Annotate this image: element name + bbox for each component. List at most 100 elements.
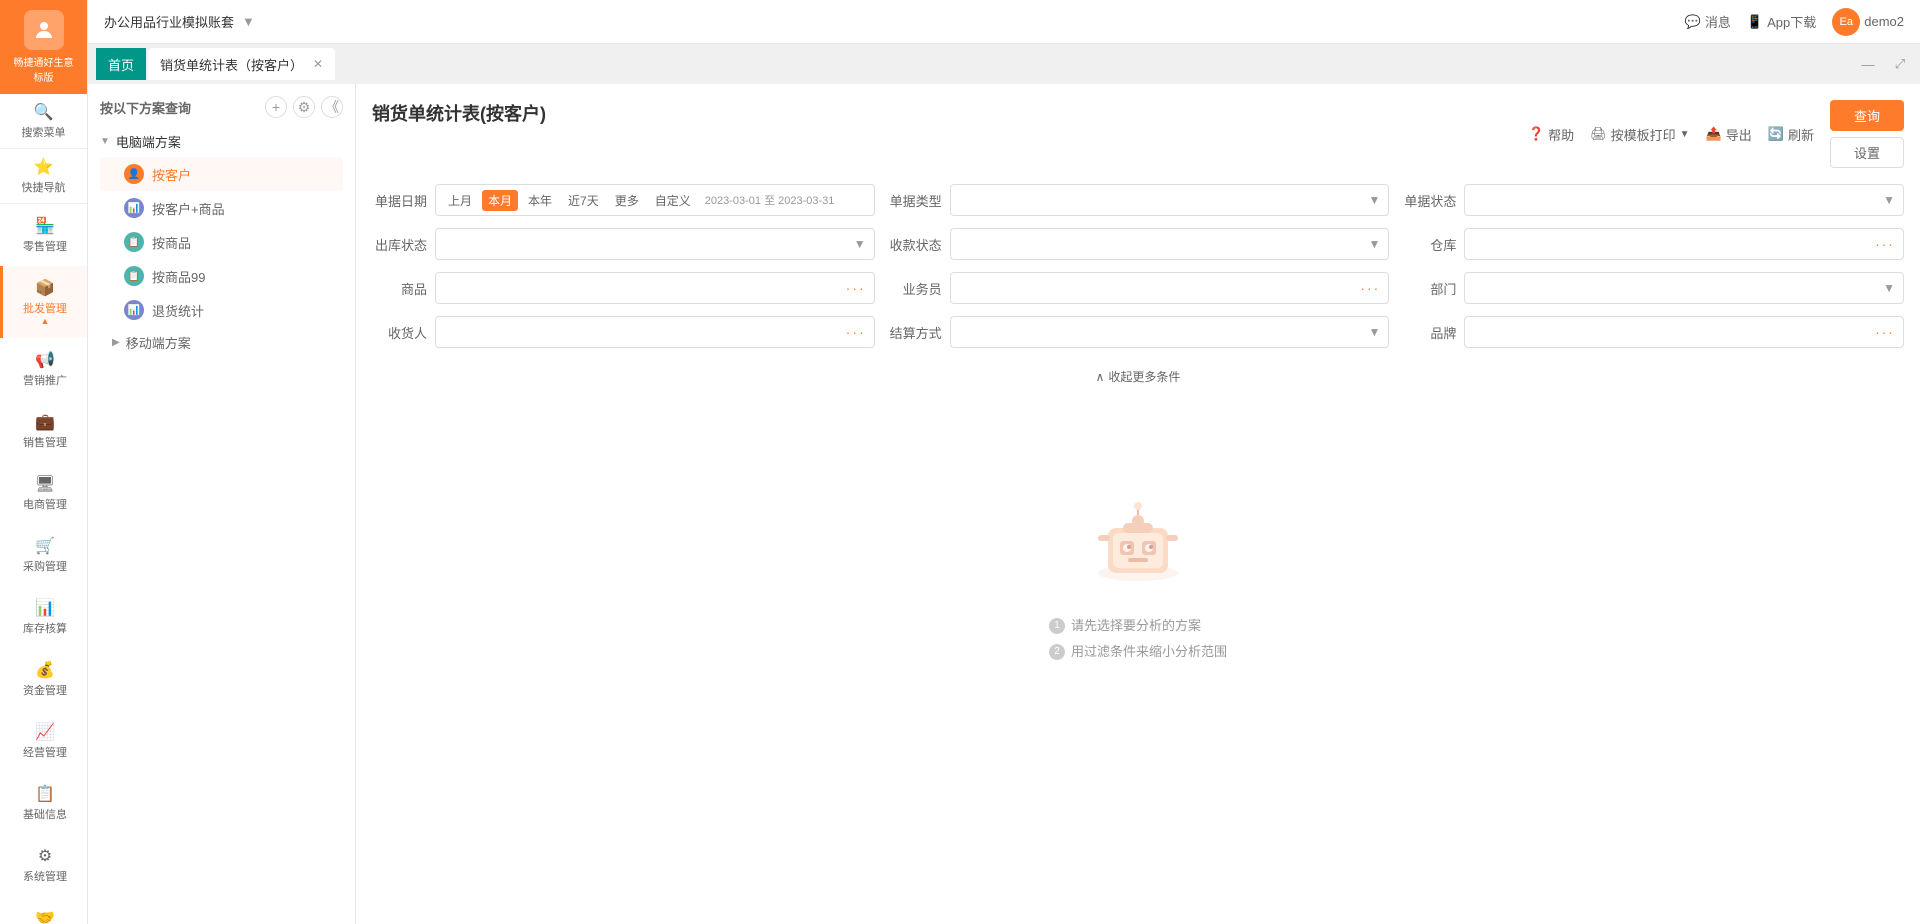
receipt-status-arrow-icon: ▼	[1368, 237, 1380, 251]
shortcut-icon: ⭐	[34, 157, 54, 177]
marketing-icon: 📢	[35, 350, 55, 370]
help-btn[interactable]: ❓ 帮助	[1528, 125, 1574, 144]
message-btn[interactable]: 💬 消息	[1685, 12, 1731, 31]
sidebar-item-operation[interactable]: 📈 经营管理	[0, 710, 87, 772]
desktop-plan-group-header[interactable]: ▼ 电脑端方案	[100, 126, 343, 157]
filter-settlement: 结算方式 ▼	[887, 316, 1390, 348]
logo[interactable]: 畅捷通好生意 标版	[0, 0, 87, 94]
plan-icon-customer: 👤	[124, 164, 144, 184]
collapse-panel-btn[interactable]: 《	[321, 96, 343, 118]
export-btn[interactable]: 📤 导出	[1706, 125, 1752, 144]
date-btn-this-year[interactable]: 本年	[522, 190, 558, 211]
mobile-plan-group-header[interactable]: ▶ 移动端方案	[100, 327, 343, 358]
plan-icon-return: 📊	[124, 300, 144, 320]
message-icon: 💬	[1685, 14, 1701, 30]
receiver-label: 收货人	[372, 323, 427, 342]
filter-row-1: 单据日期 上月 本月 本年 近7天 更多 自定义 2023-03-01 至 20…	[372, 184, 1904, 216]
purchase-icon: 🛒	[35, 536, 55, 556]
dept-dropdown[interactable]: ▼	[1464, 272, 1904, 304]
type-dropdown[interactable]: ▼	[950, 184, 1390, 216]
filter-date: 单据日期 上月 本月 本年 近7天 更多 自定义 2023-03-01 至 20…	[372, 184, 875, 216]
filter-section: 单据日期 上月 本月 本年 近7天 更多 自定义 2023-03-01 至 20…	[372, 184, 1904, 393]
settlement-dropdown[interactable]: ▼	[950, 316, 1390, 348]
sidebar-item-sales[interactable]: 💼 销售管理	[0, 400, 87, 462]
date-btn-more[interactable]: 更多	[609, 190, 645, 211]
collapse-bar[interactable]: ∧ 收起更多条件	[372, 360, 1904, 393]
logo-subtitle: 标版	[34, 69, 54, 84]
sidebar-item-retail[interactable]: 🏪 零售管理	[0, 204, 87, 266]
mobile-group-label: 移动端方案	[126, 333, 191, 352]
app-download-icon: 📱	[1747, 14, 1763, 30]
sidebar-item-basics[interactable]: 📋 基础信息	[0, 772, 87, 834]
add-plan-btn[interactable]: +	[265, 96, 287, 118]
sidebar-item-inventory[interactable]: 📊 库存核算	[0, 586, 87, 648]
shortcut-nav[interactable]: ⭐ 快捷导航	[0, 149, 87, 204]
tab-home[interactable]: 首页	[96, 48, 146, 80]
tab-close-icon[interactable]: ✕	[313, 57, 323, 71]
sidebar-item-ecommerce[interactable]: 🖥 电商管理	[0, 462, 87, 524]
finance-label: 资金管理	[23, 682, 67, 698]
settings-plan-btn[interactable]: ⚙	[293, 96, 315, 118]
sidebar-item-enterprise[interactable]: 🤝 企业协同	[0, 896, 87, 924]
refresh-label: 刷新	[1788, 125, 1814, 144]
goods-picker[interactable]: ···	[435, 272, 875, 304]
date-filter-control[interactable]: 上月 本月 本年 近7天 更多 自定义 2023-03-01 至 2023-03…	[435, 184, 875, 216]
filter-status: 单据状态 ▼	[1401, 184, 1904, 216]
username: demo2	[1864, 14, 1904, 29]
tab-sales-stats[interactable]: 销货单统计表（按客户） ✕	[148, 48, 335, 80]
header-dropdown-icon[interactable]: ▼	[242, 14, 255, 29]
plan-label-by-customer: 按客户	[152, 165, 191, 184]
search-label: 搜索菜单	[22, 124, 66, 140]
sidebar-item-finance[interactable]: 💰 资金管理	[0, 648, 87, 710]
empty-tips-list: 1 请先选择要分析的方案 2 用过滤条件来缩小分析范围	[1049, 613, 1227, 665]
out-status-dropdown[interactable]: ▼	[435, 228, 875, 260]
plan-item-by-customer-goods[interactable]: 📊 按客户+商品	[100, 191, 343, 225]
date-btn-this-month[interactable]: 本月	[482, 190, 518, 211]
app-download-btn[interactable]: 📱 App下载	[1747, 12, 1816, 31]
filter-salesperson: 业务员 ···	[887, 272, 1390, 304]
filter-out-status: 出库状态 ▼	[372, 228, 875, 260]
plan-item-by-goods-99[interactable]: 📋 按商品99	[100, 259, 343, 293]
filter-brand: 品牌 ···	[1401, 316, 1904, 348]
export-icon: 📤	[1706, 126, 1722, 142]
basics-label: 基础信息	[23, 806, 67, 822]
plan-item-by-customer[interactable]: 👤 按客户	[100, 157, 343, 191]
settings-btn[interactable]: 设置	[1830, 137, 1904, 168]
print-label: 按模板打印	[1611, 125, 1676, 144]
search-menu[interactable]: 🔍 搜索菜单	[0, 94, 87, 149]
salesperson-picker[interactable]: ···	[950, 272, 1390, 304]
filter-goods: 商品 ···	[372, 272, 875, 304]
print-btn[interactable]: 🖨 按模板打印 ▼	[1590, 125, 1689, 144]
receiver-picker[interactable]: ···	[435, 316, 875, 348]
page-title: 销货单统计表(按客户)	[372, 100, 546, 126]
brand-picker[interactable]: ···	[1464, 316, 1904, 348]
message-label: 消息	[1705, 12, 1731, 31]
plan-item-return-stats[interactable]: 📊 退货统计	[100, 293, 343, 327]
date-btn-last-month[interactable]: 上月	[442, 190, 478, 211]
type-label: 单据类型	[887, 191, 942, 210]
plan-label-by-customer-goods: 按客户+商品	[152, 199, 225, 218]
date-btn-custom[interactable]: 自定义	[649, 190, 697, 211]
export-label: 导出	[1726, 125, 1752, 144]
collapse-label: ∧ 收起更多条件	[1096, 368, 1181, 385]
query-btn[interactable]: 查询	[1830, 100, 1904, 131]
sidebar-item-purchase[interactable]: 🛒 采购管理	[0, 524, 87, 586]
plan-item-by-goods[interactable]: 📋 按商品	[100, 225, 343, 259]
receipt-status-dropdown[interactable]: ▼	[950, 228, 1390, 260]
tab-maximize-btn[interactable]: ⤢	[1888, 52, 1912, 76]
sidebar-item-system[interactable]: ⚙ 系统管理	[0, 834, 87, 896]
empty-illustration	[1078, 473, 1198, 593]
refresh-btn[interactable]: 🔄 刷新	[1768, 125, 1814, 144]
user-menu[interactable]: Ea demo2	[1832, 8, 1904, 36]
plan-icon-goods: 📋	[124, 232, 144, 252]
date-btn-7days[interactable]: 近7天	[562, 190, 605, 211]
tab-minimize-btn[interactable]: —	[1856, 52, 1880, 76]
status-dropdown-icon: ▼	[1883, 193, 1895, 207]
filter-type: 单据类型 ▼	[887, 184, 1390, 216]
marketing-label: 营销推广	[23, 372, 67, 388]
sidebar-item-marketing[interactable]: 📢 营销推广	[0, 338, 87, 400]
goods-label: 商品	[372, 279, 427, 298]
warehouse-picker[interactable]: ···	[1464, 228, 1904, 260]
sidebar-item-wholesale[interactable]: 📦 批发管理 ▲	[0, 266, 87, 338]
status-dropdown[interactable]: ▼	[1464, 184, 1904, 216]
